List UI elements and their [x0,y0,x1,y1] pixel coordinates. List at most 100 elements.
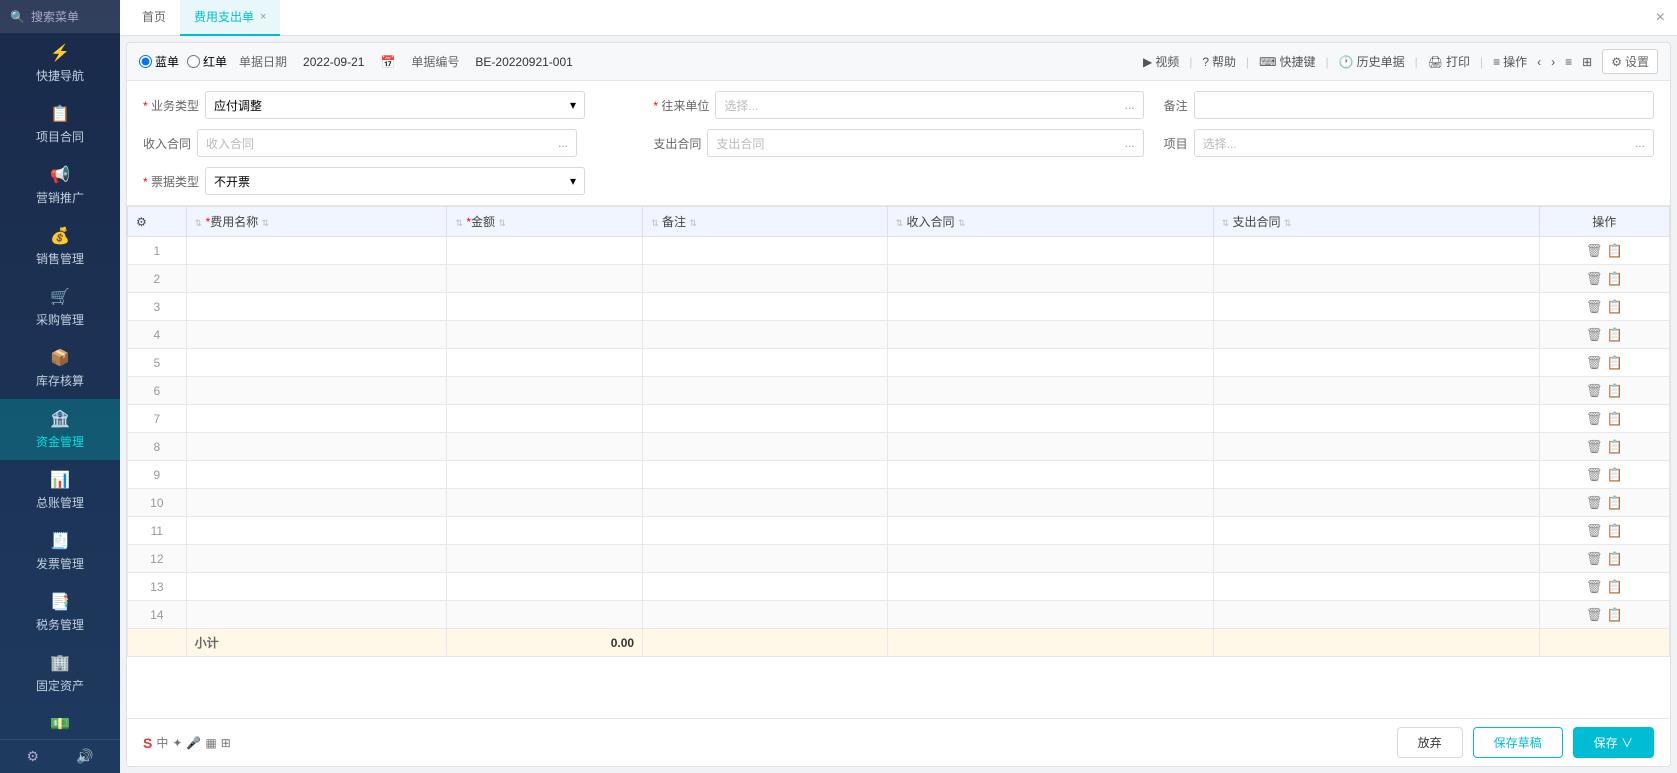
cell-name[interactable] [186,405,447,433]
cell-amount[interactable] [447,293,643,321]
toolbar-nav-next[interactable]: › [1551,55,1555,69]
copy-row-icon[interactable]: 📋 [1606,299,1622,315]
cell-expense-contract[interactable] [1213,545,1539,573]
cell-amount[interactable] [447,405,643,433]
cell-name[interactable] [186,433,447,461]
sidebar-item-contracts[interactable]: 📋项目合同 [0,94,120,155]
cell-income-contract[interactable] [887,293,1213,321]
cell-expense-contract[interactable] [1213,601,1539,629]
cell-amount[interactable] [447,601,643,629]
project-input[interactable]: 选择... ... [1194,129,1654,157]
cell-expense-contract[interactable] [1213,517,1539,545]
cell-remark[interactable] [643,461,888,489]
project-dots[interactable]: ... [1635,136,1645,150]
sidebar-item-shortcuts[interactable]: ⚡快捷导航 [0,33,120,94]
save-draft-button[interactable]: 保存草稿 [1473,727,1563,758]
remark-input[interactable] [1194,91,1654,119]
cell-expense-contract[interactable] [1213,405,1539,433]
cell-remark[interactable] [643,265,888,293]
cell-remark[interactable] [643,433,888,461]
cell-amount[interactable] [447,573,643,601]
invoice-type-select[interactable]: 不开票 ▾ [205,167,585,195]
col-remark[interactable]: ⇅ 备注 ⇅ [643,207,888,237]
toolbar-grid-view[interactable]: ⊞ [1582,55,1592,69]
cell-name[interactable] [186,349,447,377]
delete-row-icon[interactable]: 🗑 [1586,411,1603,427]
delete-row-icon[interactable]: 🗑 [1586,523,1603,539]
cell-remark[interactable] [643,601,888,629]
cell-name[interactable] [186,377,447,405]
cell-amount[interactable] [447,517,643,545]
tab-expense[interactable]: 费用支出单 × [180,0,280,36]
cell-amount[interactable] [447,461,643,489]
cell-income-contract[interactable] [887,517,1213,545]
delete-row-icon[interactable]: 🗑 [1586,327,1603,343]
sidebar-item-assets[interactable]: 🏢固定资产 [0,643,120,704]
delete-row-icon[interactable]: 🗑 [1586,243,1603,259]
toolbar-video[interactable]: ▶ 视频 [1143,53,1179,70]
toolbar-help[interactable]: ? 帮助 [1202,53,1236,70]
tab-close-icon[interactable]: × [260,11,266,23]
business-type-select[interactable]: 应付调整 ▾ [205,91,585,119]
sidebar-item-purchase[interactable]: 🛒采购管理 [0,277,120,338]
copy-row-icon[interactable]: 📋 [1606,523,1622,539]
toolbar-nav-prev[interactable]: ‹ [1537,55,1541,69]
cell-name[interactable] [186,489,447,517]
cell-amount[interactable] [447,433,643,461]
cell-expense-contract[interactable] [1213,321,1539,349]
cell-expense-contract[interactable] [1213,349,1539,377]
copy-row-icon[interactable]: 📋 [1606,551,1622,567]
sidebar-item-marketing[interactable]: 📢营销推广 [0,155,120,216]
delete-row-icon[interactable]: 🗑 [1586,607,1603,623]
delete-row-icon[interactable]: 🗑 [1586,355,1603,371]
delete-row-icon[interactable]: 🗑 [1586,467,1603,483]
delete-row-icon[interactable]: 🗑 [1586,383,1603,399]
cell-income-contract[interactable] [887,545,1213,573]
delete-row-icon[interactable]: 🗑 [1586,495,1603,511]
sidebar-item-accounting[interactable]: 📊总账管理 [0,460,120,521]
copy-row-icon[interactable]: 📋 [1606,467,1622,483]
counterpart-input[interactable]: 选择... ... [715,91,1143,119]
cell-amount[interactable] [447,349,643,377]
cell-amount[interactable] [447,377,643,405]
cell-name[interactable] [186,573,447,601]
sidebar-item-payroll[interactable]: 💵工资 [0,704,120,739]
cell-remark[interactable] [643,517,888,545]
copy-row-icon[interactable]: 📋 [1606,355,1622,371]
cell-expense-contract[interactable] [1213,377,1539,405]
red-single-radio[interactable]: 红单 [187,53,227,70]
cell-remark[interactable] [643,377,888,405]
discard-button[interactable]: 放弃 [1397,727,1463,758]
cell-expense-contract[interactable] [1213,461,1539,489]
copy-row-icon[interactable]: 📋 [1606,607,1622,623]
calendar-icon[interactable]: 📅 [380,55,395,69]
cell-remark[interactable] [643,489,888,517]
cell-remark[interactable] [643,573,888,601]
tab-home[interactable]: 首页 [128,0,180,36]
toolbar-more[interactable]: ≡ 操作 [1493,53,1527,70]
cell-income-contract[interactable] [887,601,1213,629]
cell-amount[interactable] [447,265,643,293]
cell-income-contract[interactable] [887,265,1213,293]
sound-icon[interactable]: 🔊 [76,748,93,765]
col-amount[interactable]: ⇅ *金额 ⇅ [447,207,643,237]
blue-single-radio[interactable]: 蓝单 [139,53,179,70]
toolbar-history[interactable]: 🕐 历史单据 [1339,53,1405,70]
window-close-icon[interactable]: × [1656,9,1665,27]
cell-income-contract[interactable] [887,573,1213,601]
col-income-contract[interactable]: ⇅ 收入合同 ⇅ [887,207,1213,237]
sidebar-item-tax[interactable]: 📑税务管理 [0,582,120,643]
toolbar-shortcut[interactable]: ⌨ 快捷键 [1259,53,1315,70]
cell-remark[interactable] [643,349,888,377]
col-expense-contract[interactable]: ⇅ 支出合同 ⇅ [1213,207,1539,237]
copy-row-icon[interactable]: 📋 [1606,439,1622,455]
income-dots[interactable]: ... [558,136,568,150]
delete-row-icon[interactable]: 🗑 [1586,439,1603,455]
copy-row-icon[interactable]: 📋 [1606,383,1622,399]
delete-row-icon[interactable]: 🗑 [1586,551,1603,567]
col-name[interactable]: ⇅ *费用名称 ⇅ [186,207,447,237]
delete-row-icon[interactable]: 🗑 [1586,271,1603,287]
cell-income-contract[interactable] [887,405,1213,433]
cell-expense-contract[interactable] [1213,293,1539,321]
cell-name[interactable] [186,265,447,293]
